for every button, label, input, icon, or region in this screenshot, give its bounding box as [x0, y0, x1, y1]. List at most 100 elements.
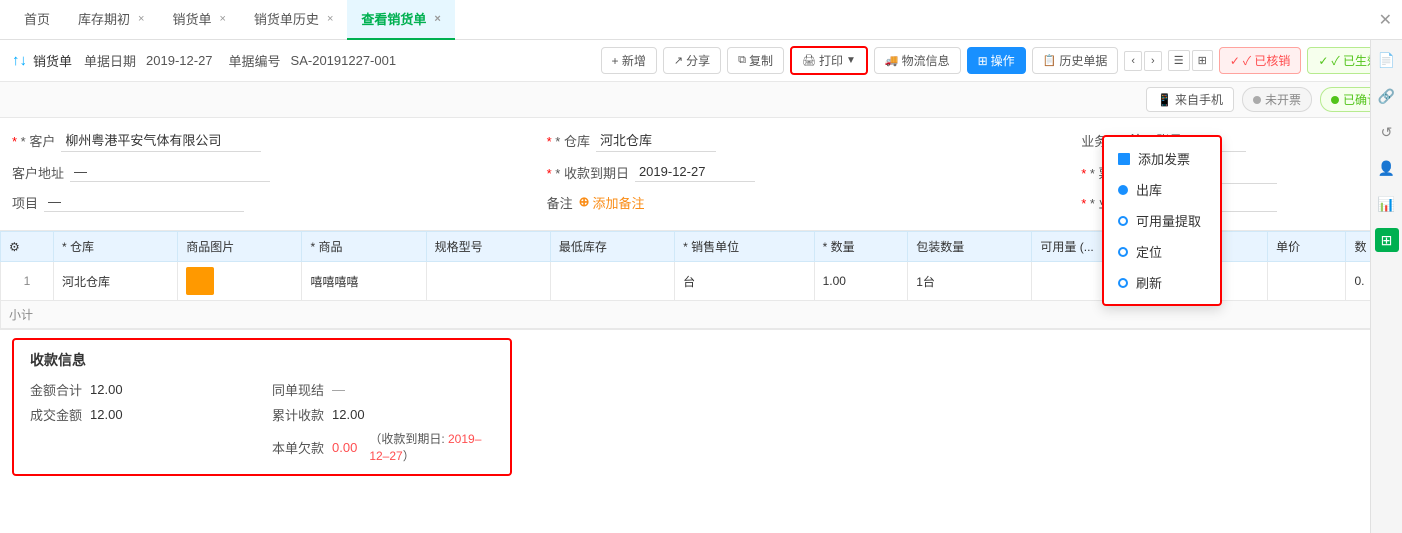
- doc-date-label: 单据日期 2019-12-27: [84, 51, 213, 70]
- sidebar-expand-icon[interactable]: ⊞: [1375, 228, 1399, 252]
- list-view-button[interactable]: ☰: [1168, 50, 1190, 71]
- footer-title: 收款信息: [30, 350, 494, 370]
- close-sales-tab[interactable]: ×: [219, 13, 225, 25]
- tab-bar: 首页 库存期初 × 销货单 × 销货单历史 × 查看销货单 × ✕: [0, 0, 1402, 40]
- not-open-badge[interactable]: 未开票: [1242, 87, 1312, 112]
- locate-icon: [1118, 247, 1128, 257]
- available-qty-item[interactable]: 可用量提取: [1104, 205, 1220, 236]
- tab-home[interactable]: 首页: [10, 0, 64, 40]
- product-image: [186, 267, 214, 295]
- accumulated-receipt-row: 累计收款 12.00: [272, 405, 494, 424]
- col-quantity: * 数量: [814, 232, 908, 262]
- nav-arrows: ‹ ›: [1124, 51, 1161, 71]
- refresh-item[interactable]: 刷新: [1104, 267, 1220, 298]
- same-order-value: —: [332, 382, 345, 397]
- balance-label: 本单欠款: [272, 438, 324, 457]
- warehouse-value: 河北仓库: [596, 128, 716, 152]
- next-button[interactable]: ›: [1144, 51, 1162, 71]
- row-sales-unit: 台: [675, 262, 815, 301]
- row-unit-price: [1268, 262, 1346, 301]
- refresh-icon: [1118, 278, 1128, 288]
- doc-icon: ↑↓: [12, 52, 27, 69]
- new-button[interactable]: + 新增: [601, 47, 657, 74]
- col-min-stock: 最低库存: [550, 232, 674, 262]
- share-button[interactable]: ↗ 分享: [663, 47, 721, 74]
- close-view-sales-tab[interactable]: ×: [434, 13, 440, 25]
- payment-date-label: * 收款到期日: [547, 163, 629, 182]
- sidebar-link-icon[interactable]: 🔗: [1375, 84, 1399, 108]
- project-label: 项目: [12, 193, 38, 212]
- row-pack-qty: 1台: [908, 262, 1032, 301]
- logistics-button[interactable]: 🚚 物流信息: [874, 47, 961, 74]
- prev-button[interactable]: ‹: [1124, 51, 1142, 71]
- close-history-tab[interactable]: ×: [327, 13, 333, 25]
- toolbar: + 新增 ↗ 分享 ⧉ 复制 🖨 打印 ▼ 🚚 物流信息: [601, 46, 1390, 75]
- outbound-item[interactable]: 出库: [1104, 174, 1220, 205]
- tab-inventory-init[interactable]: 库存期初 ×: [64, 0, 158, 40]
- tab-sales-order[interactable]: 销货单 ×: [158, 0, 239, 40]
- tab-view-sales[interactable]: 查看销货单 ×: [347, 0, 454, 40]
- col-product-img: 商品图片: [178, 232, 302, 262]
- locate-item[interactable]: 定位: [1104, 236, 1220, 267]
- row-num: 1: [1, 262, 54, 301]
- window-close-button[interactable]: ✕: [1379, 10, 1392, 30]
- tab-sales-history[interactable]: 销货单历史 ×: [240, 0, 347, 40]
- doc-meta: 单据日期 2019-12-27 单据编号 SA-20191227-001: [84, 51, 396, 70]
- amount-total-row: 金额合计 12.00: [30, 380, 252, 399]
- doc-title: ↑↓ 销货单: [12, 51, 72, 70]
- close-inventory-tab[interactable]: ×: [138, 13, 144, 25]
- not-open-dot: [1253, 96, 1261, 104]
- row-spec: [426, 262, 550, 301]
- history-button[interactable]: 📋 历史单据: [1032, 47, 1119, 74]
- available-qty-icon: [1118, 216, 1128, 226]
- secondary-toolbar: 📱 来自手机 未开票 已确认: [0, 82, 1402, 118]
- deal-amount-value: 12.00: [90, 407, 123, 422]
- copy-button[interactable]: ⧉ 复制: [727, 47, 784, 74]
- col-unit-price: 单价: [1268, 232, 1346, 262]
- sidebar-refresh-icon[interactable]: ↺: [1375, 120, 1399, 144]
- note-label: 备注: [547, 193, 573, 212]
- print-button[interactable]: 🖨 打印 ▼: [790, 46, 868, 75]
- check-icon: ✓: [1230, 54, 1240, 68]
- mobile-icon: 📱: [1157, 93, 1172, 107]
- customer-field: * 客户 柳州粤港平安气体有限公司: [12, 128, 527, 152]
- address-field: 客户地址 —: [12, 162, 527, 182]
- doc-header: ↑↓ 销货单 单据日期 2019-12-27 单据编号 SA-20191227-…: [0, 40, 1402, 82]
- balance-note: （收款到期日: 2019–12–27）: [369, 430, 494, 464]
- col-sales-unit: * 销售单位: [675, 232, 815, 262]
- print-icon: 🖨: [802, 54, 816, 67]
- col-pack-qty: 包装数量: [908, 232, 1032, 262]
- row-min-stock: [550, 262, 674, 301]
- col-product: * 商品: [302, 232, 426, 262]
- warehouse-label: * 仓库: [547, 131, 590, 150]
- view-icons: ☰ ⊞: [1168, 50, 1213, 71]
- accumulated-value: 12.00: [332, 407, 365, 422]
- balance-row: 本单欠款 0.00 （收款到期日: 2019–12–27）: [272, 430, 494, 464]
- operation-button[interactable]: ⊞ 操作: [967, 47, 1026, 74]
- accumulated-label: 累计收款: [272, 405, 324, 424]
- customer-value: 柳州粤港平安气体有限公司: [61, 128, 261, 152]
- footer-info-box: 收款信息 金额合计 12.00 成交金额 12.00 同单现结 —: [12, 338, 512, 476]
- payment-date-value: 2019-12-27: [635, 162, 755, 182]
- main-area: ↑↓ 销货单 单据日期 2019-12-27 单据编号 SA-20191227-…: [0, 40, 1402, 533]
- address-value: —: [70, 162, 270, 182]
- sidebar-chart-icon[interactable]: 📊: [1375, 192, 1399, 216]
- sidebar-doc-icon[interactable]: 📄: [1375, 48, 1399, 72]
- grid-view-button[interactable]: ⊞: [1192, 50, 1213, 71]
- operations-dropdown: 添加发票 出库 可用量提取 定位 刷新: [1102, 135, 1222, 306]
- add-note-button[interactable]: ⊕ 添加备注: [579, 193, 645, 212]
- balance-value: 0.00: [332, 440, 357, 455]
- print-dropdown-arrow: ▼: [846, 55, 856, 66]
- grid-icon: ⊞: [978, 54, 988, 68]
- cancel-badge[interactable]: ✓ ✓ 已核销: [1219, 47, 1302, 74]
- row-warehouse: 河北仓库: [54, 262, 178, 301]
- footer-grid: 金额合计 12.00 成交金额 12.00 同单现结 — 累计收款: [30, 380, 494, 464]
- sidebar-user-icon[interactable]: 👤: [1375, 156, 1399, 180]
- add-invoice-item[interactable]: 添加发票: [1104, 143, 1220, 174]
- mobile-button[interactable]: 📱 来自手机: [1146, 87, 1234, 112]
- confirm-dot: [1331, 96, 1339, 104]
- deal-amount-label: 成交金额: [30, 405, 82, 424]
- payment-date-field: * 收款到期日 2019-12-27: [547, 162, 1062, 182]
- logistics-icon: 🚚: [885, 54, 899, 67]
- col-spec: 规格型号: [426, 232, 550, 262]
